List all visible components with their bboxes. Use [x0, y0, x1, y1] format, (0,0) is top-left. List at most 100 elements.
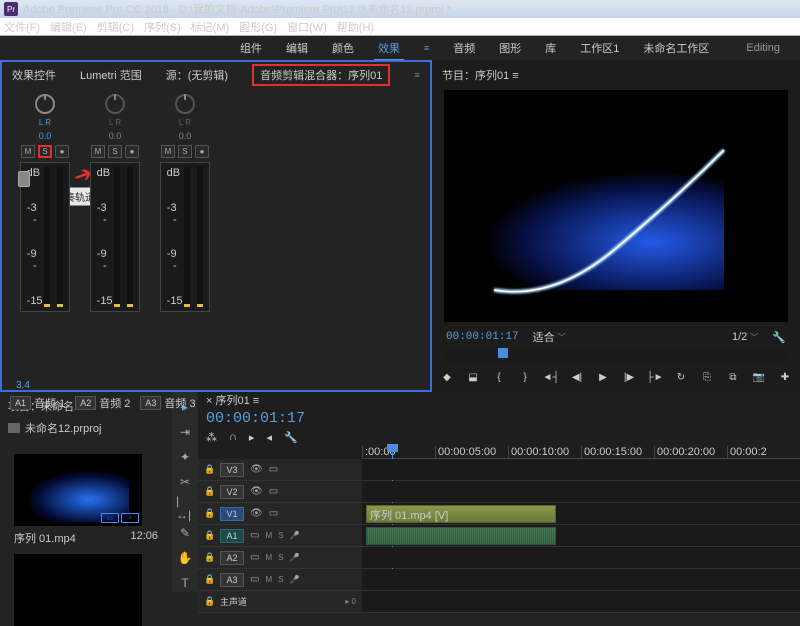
lift-button[interactable]: ⎘ [700, 370, 714, 384]
program-tab[interactable]: 节目：序列01 ≡ [436, 64, 796, 86]
pen-tool[interactable]: ✎ [176, 525, 194, 542]
fader[interactable]: dB-3 --9 --15 [160, 162, 210, 312]
program-monitor[interactable] [444, 90, 788, 322]
mute-button[interactable]: M [161, 145, 175, 158]
time-ruler[interactable]: :00:0000:00:05:0000:00:10:0000:00:15:000… [362, 446, 800, 459]
play-button[interactable]: ▶ [596, 370, 610, 384]
track-v1[interactable]: 🔒V1👁▭序列 01.mp4 [V] [198, 503, 800, 525]
solo-button[interactable]: S [38, 145, 52, 158]
ws-unnamed[interactable]: 未命名工作区 [643, 40, 709, 56]
snap-icon[interactable]: ⁂ [206, 431, 217, 444]
tab-lumetri[interactable]: Lumetri 范围 [80, 67, 142, 83]
loop-button[interactable]: ↻ [674, 370, 688, 384]
audio-clip[interactable] [366, 527, 556, 545]
tab-effect-controls[interactable]: 效果控件 [12, 67, 56, 83]
lock-icon[interactable]: 🔒 [204, 574, 214, 585]
mic-icon[interactable]: 🎤 [289, 531, 299, 540]
mute-button[interactable]: M [91, 145, 105, 158]
track-foot-2[interactable]: A2音频 2 [75, 395, 130, 411]
track-master[interactable]: 🔒主声道▸ 0 [198, 591, 800, 613]
wrench-icon[interactable]: 🔧 [772, 331, 786, 344]
lock-icon[interactable]: 🔒 [204, 464, 214, 475]
ws-menu-icon[interactable]: ≡ [424, 43, 429, 53]
clip-name[interactable]: 序列 01.mp4 [14, 530, 76, 546]
pan-knob[interactable] [35, 94, 55, 114]
track-a2[interactable]: 🔒A2▭MS🎤 [198, 547, 800, 569]
track-a3[interactable]: 🔒A3▭MS🎤 [198, 569, 800, 591]
clip-thumbnail[interactable]: ▭♪ [14, 454, 142, 526]
ws-color[interactable]: 颜色 [332, 40, 354, 56]
pan-knob[interactable] [105, 94, 125, 114]
link-icon[interactable]: ∩ [229, 431, 237, 444]
fader-handle[interactable] [18, 171, 30, 187]
track-foot-1[interactable]: A1音频 1 [10, 395, 65, 411]
razor-tool[interactable]: ✂ [176, 473, 194, 490]
ripple-tool[interactable]: ✦ [176, 448, 194, 465]
menu-mark[interactable]: 标记(M) [191, 19, 230, 35]
menubar[interactable]: 文件(F) 编辑(E) 剪辑(C) 序列(S) 标记(M) 图形(G) 窗口(W… [0, 18, 800, 36]
tab-source[interactable]: 源：(无剪辑) [166, 67, 228, 83]
go-to-out-button[interactable]: ├► [648, 370, 662, 384]
pan-knob[interactable] [175, 94, 195, 114]
clip-thumbnail-2[interactable] [14, 554, 142, 626]
marker-icon[interactable]: ▸ [249, 431, 255, 444]
project-file[interactable]: 未命名12.prproj [4, 416, 168, 440]
program-timecode[interactable]: 00:00:01:17 [446, 331, 519, 343]
mic-icon[interactable]: 🎤 [289, 575, 299, 584]
ws-library[interactable]: 库 [545, 40, 556, 56]
eye-icon[interactable]: 👁 [250, 486, 263, 497]
menu-window[interactable]: 窗口(W) [287, 19, 327, 35]
record-button[interactable]: ● [195, 145, 209, 158]
fit-dropdown[interactable]: 适合﹀ [533, 329, 566, 345]
solo-button[interactable]: S [108, 145, 122, 158]
solo-button[interactable]: S [178, 145, 192, 158]
slip-tool[interactable]: |↔| [176, 499, 194, 517]
program-scrubber[interactable] [446, 350, 786, 364]
video-clip[interactable]: 序列 01.mp4 [V] [366, 505, 556, 523]
zoom-dropdown[interactable]: 1/2﹀ [732, 331, 758, 343]
step-fwd-button[interactable]: |▶ [622, 370, 636, 384]
mute-button[interactable]: M [21, 145, 35, 158]
extract-button[interactable]: ⧉ [726, 370, 740, 384]
lock-icon[interactable]: 🔒 [204, 596, 214, 607]
ws-effects[interactable]: 效果 [378, 40, 400, 56]
menu-sequence[interactable]: 序列(S) [144, 19, 181, 35]
track-foot-3[interactable]: A3音频 3 [140, 395, 195, 411]
wrench-icon[interactable]: 🔧 [284, 431, 298, 444]
export-frame-button[interactable]: 📷 [752, 370, 766, 384]
in-button[interactable]: { [492, 370, 506, 384]
ws-editing[interactable]: 编辑 [286, 40, 308, 56]
record-button[interactable]: ● [125, 145, 139, 158]
ws-ws1[interactable]: 工作区1 [580, 40, 619, 56]
step-back-button[interactable]: ◀| [570, 370, 584, 384]
out-button[interactable]: } [518, 370, 532, 384]
panel-menu-icon[interactable]: ≡ [414, 70, 419, 80]
eye-icon[interactable]: 👁 [250, 508, 263, 519]
go-to-in-button[interactable]: ◄┤ [544, 370, 558, 384]
mic-icon[interactable]: 🎤 [289, 553, 299, 562]
track-select-tool[interactable]: ⇥ [176, 423, 194, 440]
fader[interactable]: dB-3 --9 --15 [90, 162, 140, 312]
eye-icon[interactable]: 👁 [250, 464, 263, 475]
settings-icon[interactable]: ◂ [266, 431, 272, 444]
track-a1[interactable]: 🔒A1▭MS🎤 [198, 525, 800, 547]
lock-icon[interactable]: 🔒 [204, 486, 214, 497]
lock-icon[interactable]: 🔒 [204, 552, 214, 563]
add-marker-button[interactable]: ⬓ [466, 370, 480, 384]
menu-help[interactable]: 帮助(H) [337, 19, 374, 35]
mark-in-button[interactable]: ◆ [440, 370, 454, 384]
track-v3[interactable]: 🔒V3👁▭ [198, 459, 800, 481]
lock-icon[interactable]: 🔒 [204, 530, 214, 541]
ws-graphics[interactable]: 图形 [499, 40, 521, 56]
type-tool[interactable]: T [176, 575, 194, 592]
ws-assembly[interactable]: 组件 [240, 40, 262, 56]
playhead-marker[interactable] [498, 348, 508, 358]
track-v2[interactable]: 🔒V2👁▭ [198, 481, 800, 503]
ws-extra[interactable]: Editing [746, 42, 780, 54]
pan-value[interactable]: 0.0 [179, 131, 192, 141]
button-editor[interactable]: ✚ [778, 370, 792, 384]
record-button[interactable]: ● [55, 145, 69, 158]
pan-value[interactable]: 0.0 [109, 131, 122, 141]
hand-tool[interactable]: ✋ [176, 550, 194, 567]
menu-graphics[interactable]: 图形(G) [239, 19, 277, 35]
